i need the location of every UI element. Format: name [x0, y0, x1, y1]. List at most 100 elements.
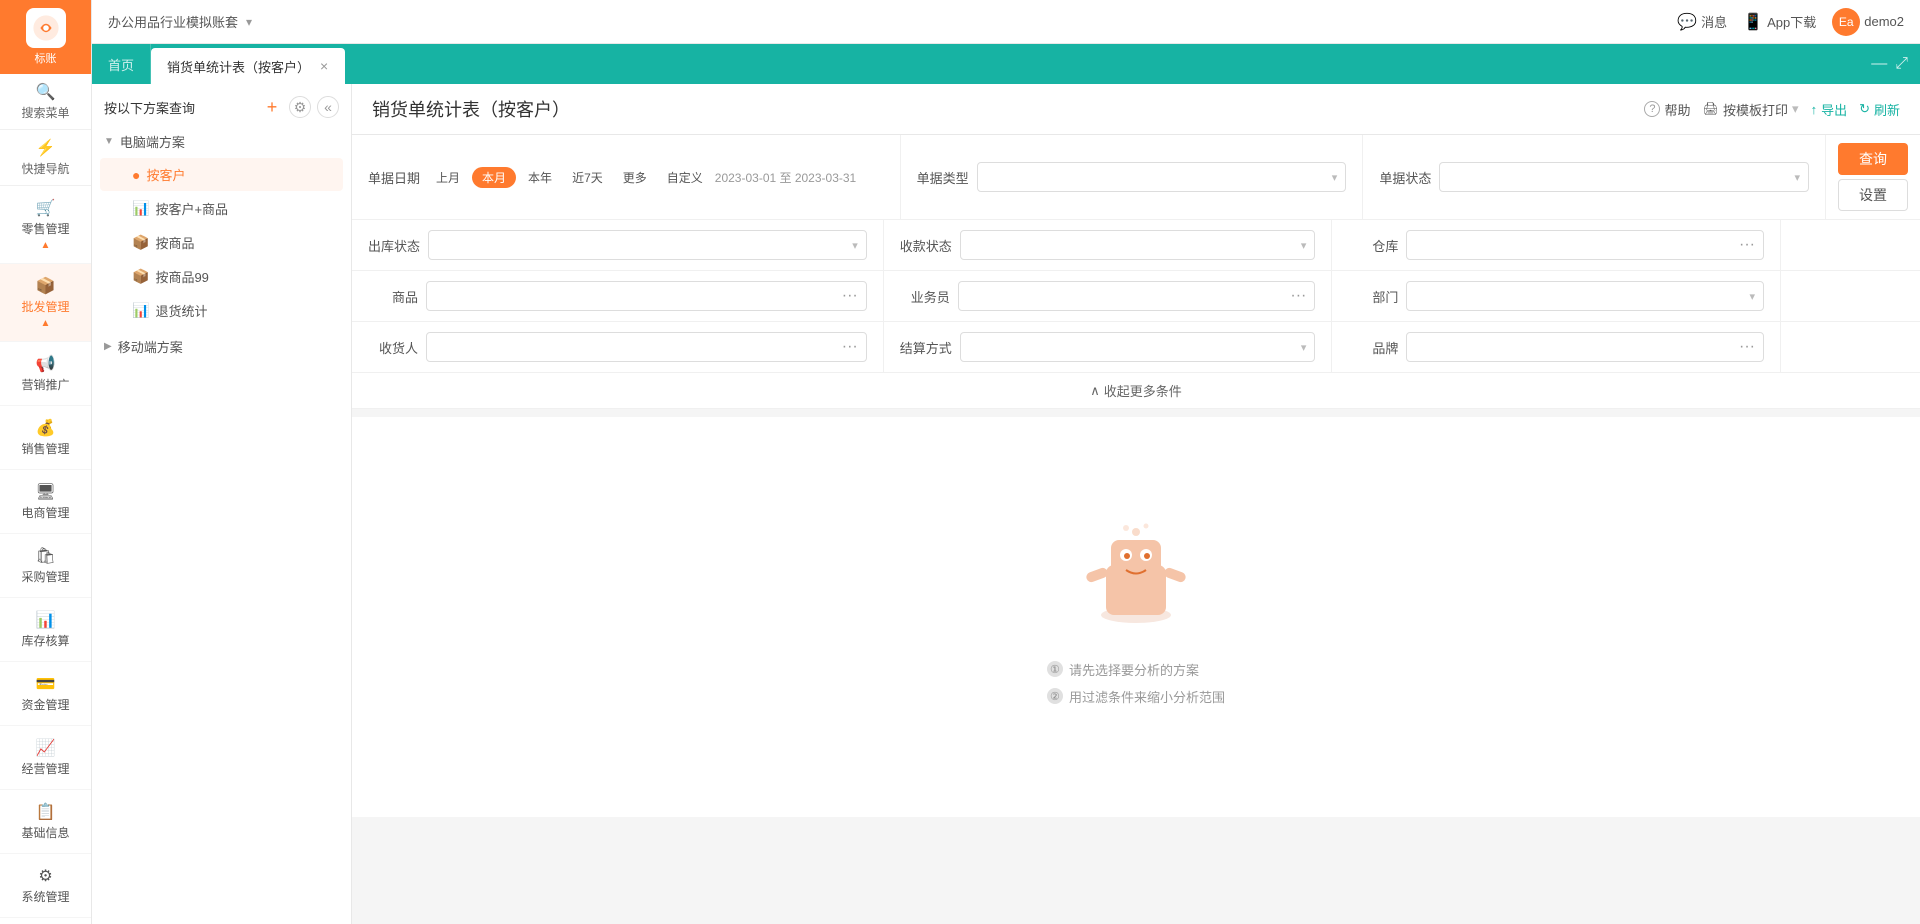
empty-tips: ① 请先选择要分析的方案 ② 用过滤条件来缩小分析范围	[1047, 660, 1225, 714]
department-select[interactable]: ▾	[1406, 281, 1764, 311]
out-status-label: 出库状态	[368, 236, 420, 255]
box-icon: 📦	[132, 234, 149, 251]
collapse-icon: «	[324, 99, 332, 115]
brand-more-btn[interactable]: ···	[1739, 338, 1755, 356]
scheme-item-by-customer-product[interactable]: 📊 按客户+商品	[100, 192, 343, 225]
receiver-more-btn[interactable]: ···	[842, 338, 858, 356]
template-print-btn[interactable]: 🖨 按模板打印 ▾	[1703, 100, 1799, 119]
refresh-btn[interactable]: ↻ 刷新	[1859, 100, 1900, 119]
arrow-right-icon: ▶	[104, 341, 112, 352]
empty-illustration	[1076, 520, 1196, 640]
tip-1: ① 请先选择要分析的方案	[1047, 660, 1225, 679]
search-menu[interactable]: 🔍 搜索菜单	[0, 74, 91, 130]
topbar: 办公用品行业模拟账套 ▾ 💬 消息 📱 App下载 Ea demo2	[92, 0, 1920, 44]
collapse-up-icon: ∧	[1090, 383, 1100, 399]
arrow-down-icon: ▼	[104, 136, 114, 147]
scheme-item-by-customer[interactable]: ● 按客户	[100, 158, 343, 191]
department-label: 部门	[1348, 287, 1398, 306]
user-menu[interactable]: Ea demo2	[1832, 8, 1904, 36]
payment-status-select[interactable]: ▾	[960, 230, 1316, 260]
top-title: 办公用品行业模拟账套	[108, 12, 238, 31]
out-status-arrow-icon: ▾	[852, 239, 858, 252]
print-dropdown-icon: ▾	[1792, 101, 1799, 117]
tab-home[interactable]: 首页	[92, 44, 151, 84]
tabbar: 首页 销货单统计表（按客户） × — ⤢	[92, 44, 1920, 84]
scheme-group-mobile-header[interactable]: ▶ 移动端方案	[92, 331, 351, 362]
left-panel-actions: + ⚙ «	[261, 96, 339, 118]
sidebar-item-finance[interactable]: 💳 资金管理	[0, 662, 91, 726]
sidebar-item-retail[interactable]: 🛒 零售管理 ▲	[0, 186, 91, 264]
date-tab-this-year[interactable]: 本年	[520, 167, 560, 188]
scheme-group-mobile: ▶ 移动端方案	[92, 331, 351, 362]
chart-icon: 📊	[132, 200, 149, 217]
quick-nav[interactable]: ⚡ 快捷导航	[0, 130, 91, 186]
collapse-filter-btn[interactable]: ∧ 收起更多条件	[352, 373, 1920, 409]
warehouse-label: 仓库	[1348, 236, 1398, 255]
topbar-right: 💬 消息 📱 App下载 Ea demo2	[1677, 8, 1904, 36]
help-btn[interactable]: ? 帮助	[1644, 100, 1690, 119]
out-status-select[interactable]: ▾	[428, 230, 867, 260]
sidebar-item-enterprise[interactable]: 🤝 企业协同	[0, 918, 91, 924]
collapse-panel-btn[interactable]: «	[317, 96, 339, 118]
salesperson-label: 业务员	[900, 287, 950, 306]
sidebar-item-marketing[interactable]: 📢 营销推广	[0, 342, 91, 406]
customer-icon: ●	[132, 167, 140, 183]
tab-sales-stat[interactable]: 销货单统计表（按客户） ×	[151, 48, 345, 84]
message-btn[interactable]: 💬 消息	[1677, 12, 1727, 32]
doc-status-label: 单据状态	[1379, 168, 1431, 187]
add-scheme-btn[interactable]: +	[261, 96, 283, 118]
date-tab-last-month[interactable]: 上月	[428, 167, 468, 188]
logo[interactable]: 标账	[0, 0, 91, 74]
settlement-label: 结算方式	[900, 338, 952, 357]
settlement-select[interactable]: ▾	[960, 332, 1316, 362]
sidebar: 标账 🔍 搜索菜单 ⚡ 快捷导航 🛒 零售管理 ▲ 📦 批发管理 ▲ 📢 营销推…	[0, 0, 92, 924]
doc-status-select[interactable]: ▾	[1439, 162, 1809, 192]
scheme-item-by-product[interactable]: 📦 按商品	[100, 226, 343, 259]
left-panel-header: 按以下方案查询 + ⚙ «	[92, 96, 351, 126]
date-tab-custom[interactable]: 自定义	[659, 167, 711, 188]
warehouse-more-btn[interactable]: ···	[1739, 236, 1755, 254]
right-panel: 销货单统计表（按客户） ? 帮助 🖨 按模板打印 ▾ ↑ 导出	[352, 84, 1920, 924]
filter-section: 单据日期 上月 本月 本年 近7天 更多 自定义 2023-03-01 至 20…	[352, 135, 1920, 409]
sidebar-item-ecommerce[interactable]: 🖥 电商管理	[0, 470, 91, 534]
sidebar-item-basic[interactable]: 📋 基础信息	[0, 790, 91, 854]
app-download-icon: 📱	[1743, 12, 1763, 32]
export-btn[interactable]: ↑ 导出	[1811, 100, 1848, 119]
left-panel-title: 按以下方案查询	[104, 98, 195, 117]
scheme-group-desktop-header[interactable]: ▼ 电脑端方案	[92, 126, 351, 157]
department-arrow-icon: ▾	[1749, 290, 1755, 303]
print-icon: 🖨	[1703, 101, 1720, 117]
tab-close-sales-stat[interactable]: ×	[320, 58, 328, 74]
reset-button[interactable]: 设置	[1838, 179, 1908, 211]
maximize-btn[interactable]: ⤢	[1895, 55, 1908, 73]
help-icon: ?	[1644, 101, 1660, 117]
date-tab-this-month[interactable]: 本月	[472, 167, 516, 188]
sidebar-item-sales[interactable]: 💰 销售管理	[0, 406, 91, 470]
app-download-btn[interactable]: 📱 App下载	[1743, 12, 1816, 32]
minimize-btn[interactable]: —	[1871, 55, 1887, 73]
page-actions: ? 帮助 🖨 按模板打印 ▾ ↑ 导出 ↻ 刷新	[1644, 100, 1900, 119]
box2-icon: 📦	[132, 268, 149, 285]
settings-scheme-btn[interactable]: ⚙	[289, 96, 311, 118]
product-more-btn[interactable]: ···	[842, 287, 858, 305]
query-button[interactable]: 查询	[1838, 143, 1908, 175]
sidebar-item-wholesale[interactable]: 📦 批发管理 ▲	[0, 264, 91, 342]
sidebar-item-purchase[interactable]: 🛍 采购管理	[0, 534, 91, 598]
logo-icon	[26, 8, 66, 48]
sidebar-item-system[interactable]: ⚙ 系统管理	[0, 854, 91, 918]
sidebar-item-operations[interactable]: 📈 经营管理	[0, 726, 91, 790]
salesperson-more-btn[interactable]: ···	[1290, 287, 1306, 305]
scheme-item-return-stat[interactable]: 📊 退货统计	[100, 294, 343, 327]
payment-status-arrow-icon: ▾	[1301, 239, 1307, 252]
tip-2: ② 用过滤条件来缩小分析范围	[1047, 687, 1225, 706]
date-tab-7days[interactable]: 近7天	[564, 167, 611, 188]
payment-status-label: 收款状态	[900, 236, 952, 255]
scheme-item-by-product99[interactable]: 📦 按商品99	[100, 260, 343, 293]
doc-type-arrow-icon: ▾	[1332, 171, 1338, 184]
doc-type-select[interactable]: ▾	[977, 162, 1347, 192]
top-title-dropdown[interactable]: ▾	[246, 15, 252, 29]
sidebar-item-inventory[interactable]: 📊 库存核算	[0, 598, 91, 662]
date-label: 单据日期	[368, 168, 420, 187]
date-tab-more[interactable]: 更多	[615, 167, 655, 188]
settlement-arrow-icon: ▾	[1301, 341, 1307, 354]
